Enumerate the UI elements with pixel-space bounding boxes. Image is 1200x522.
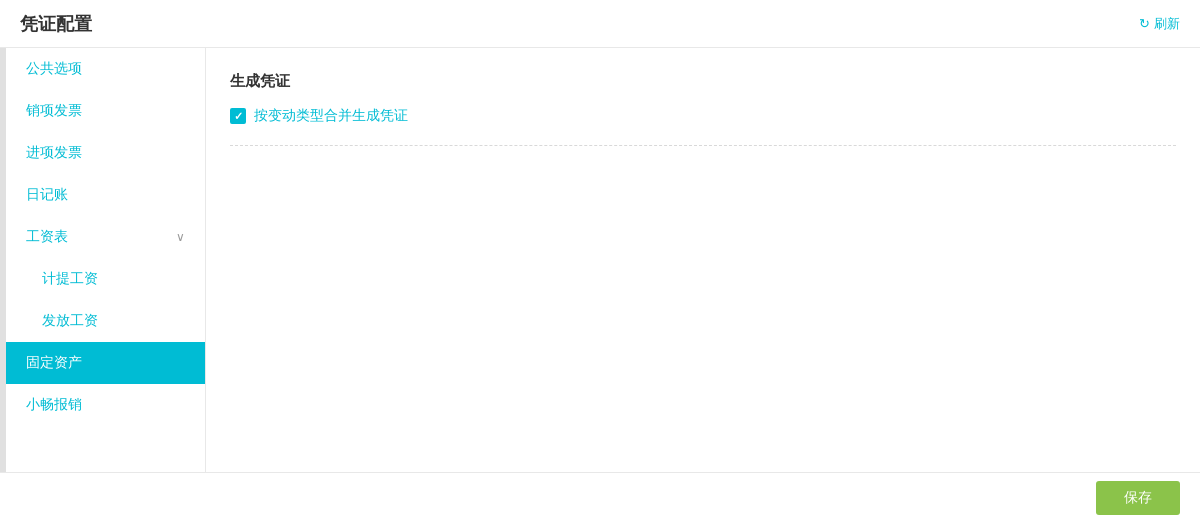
- content-panel: 生成凭证 按变动类型合并生成凭证: [206, 48, 1200, 472]
- sidebar-item-label: 小畅报销: [26, 396, 82, 414]
- sidebar-item-label: 固定资产: [26, 354, 82, 372]
- section-title: 生成凭证: [230, 72, 1176, 91]
- sidebar-item-payroll-table[interactable]: 工资表 ∨: [6, 216, 205, 258]
- main-content: 公共选项销项发票进项发票日记账工资表 ∨ 计提工资发放工资固定资产小畅报销 生成凭证…: [0, 48, 1200, 472]
- sidebar-item-fixed-assets[interactable]: 固定资产: [6, 342, 205, 384]
- page-title: 凭证配置: [20, 12, 92, 36]
- sidebar: 公共选项销项发票进项发票日记账工资表 ∨ 计提工资发放工资固定资产小畅报销: [6, 48, 206, 472]
- sidebar-item-label: 进项发票: [26, 144, 82, 162]
- refresh-label: 刷新: [1154, 15, 1180, 33]
- save-button[interactable]: 保存: [1096, 481, 1180, 515]
- sidebar-item-label: 日记账: [26, 186, 68, 204]
- section-divider: [230, 145, 1176, 146]
- chevron-down-icon: ∨: [176, 230, 185, 244]
- sidebar-item-paid-wages[interactable]: 发放工资: [6, 300, 205, 342]
- merge-by-type-row: 按变动类型合并生成凭证: [230, 107, 1176, 125]
- sidebar-item-label: 计提工资: [42, 270, 98, 288]
- sidebar-item-accrued-wages[interactable]: 计提工资: [6, 258, 205, 300]
- sidebar-item-label: 发放工资: [42, 312, 98, 330]
- sidebar-item-public-options[interactable]: 公共选项: [6, 48, 205, 90]
- sidebar-item-label: 销项发票: [26, 102, 82, 120]
- refresh-button[interactable]: ↻ 刷新: [1139, 15, 1180, 33]
- sidebar-item-sales-invoice[interactable]: 销项发票: [6, 90, 205, 132]
- sidebar-item-purchase-invoice[interactable]: 进项发票: [6, 132, 205, 174]
- sidebar-item-expense-report[interactable]: 小畅报销: [6, 384, 205, 426]
- merge-by-type-checkbox[interactable]: [230, 108, 246, 124]
- page-header: 凭证配置 ↻ 刷新: [0, 0, 1200, 48]
- sidebar-item-journal[interactable]: 日记账: [6, 174, 205, 216]
- page-footer: 保存: [0, 472, 1200, 522]
- sidebar-item-label: 公共选项: [26, 60, 82, 78]
- sidebar-item-label: 工资表: [26, 228, 68, 246]
- refresh-icon: ↻: [1139, 16, 1150, 31]
- merge-by-type-label: 按变动类型合并生成凭证: [254, 107, 408, 125]
